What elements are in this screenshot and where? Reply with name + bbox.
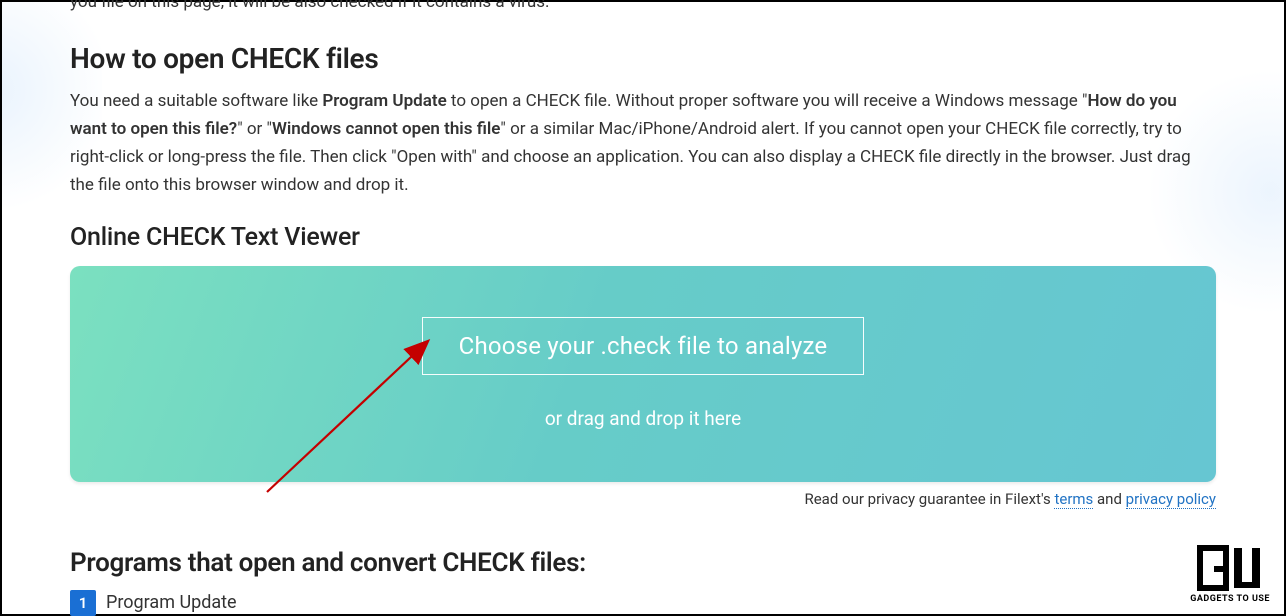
para-bold-cannot-open: Windows cannot open this file xyxy=(272,119,500,139)
drag-drop-hint: or drag and drop it here xyxy=(545,407,741,430)
heading-how-to-open: How to open CHECK files xyxy=(70,42,1216,75)
cutoff-text-top: you file on this page, it will be also c… xyxy=(70,0,1216,16)
file-dropzone[interactable]: Choose your .check file to analyze or dr… xyxy=(70,266,1216,482)
para-bold-program-update: Program Update xyxy=(322,91,446,111)
heading-programs: Programs that open and convert CHECK fil… xyxy=(70,548,1216,578)
watermark-text: GADGETS TO USE xyxy=(1190,594,1270,604)
program-name: Program Update xyxy=(106,592,237,613)
watermark-logo-icon xyxy=(1196,544,1264,592)
watermark: GADGETS TO USE xyxy=(1190,544,1270,604)
privacy-line: Read our privacy guarantee in Filext's t… xyxy=(70,490,1216,508)
para-text: You need a suitable software like xyxy=(70,91,322,111)
heading-online-viewer: Online CHECK Text Viewer xyxy=(70,223,1216,252)
choose-file-button[interactable]: Choose your .check file to analyze xyxy=(422,317,865,375)
terms-link[interactable]: terms xyxy=(1054,490,1093,509)
privacy-policy-link[interactable]: privacy policy xyxy=(1126,490,1216,509)
paragraph-how-to-open: You need a suitable software like Progra… xyxy=(70,87,1216,199)
privacy-prefix: Read our privacy guarantee in Filext's xyxy=(804,490,1054,508)
privacy-mid: and xyxy=(1093,490,1125,508)
program-list-item: 1 Program Update xyxy=(70,590,1216,616)
para-text: " or " xyxy=(237,119,272,139)
program-number-badge: 1 xyxy=(70,590,96,616)
para-text: to open a CHECK file. Without proper sof… xyxy=(447,91,1088,111)
